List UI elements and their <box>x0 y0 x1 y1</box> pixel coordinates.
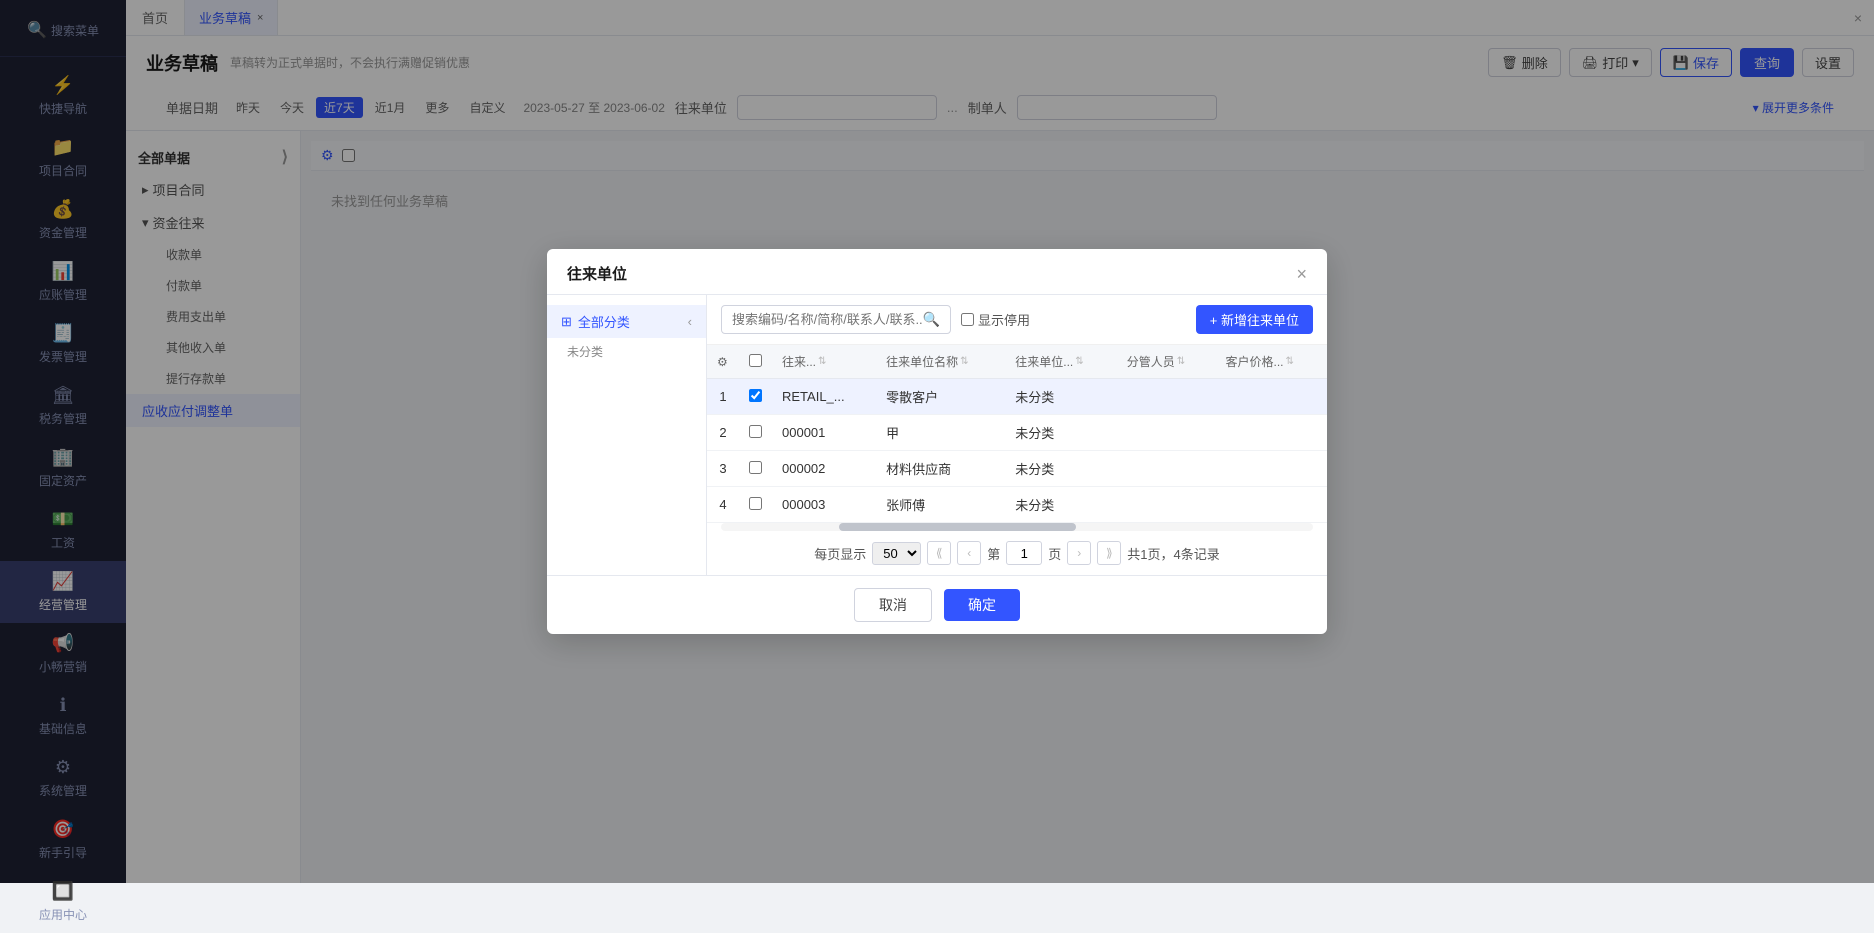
sidebar-item-label: 应用中心 <box>39 906 87 923</box>
prev-page-btn[interactable]: ‹ <box>957 541 981 565</box>
next-page-btn[interactable]: › <box>1067 541 1091 565</box>
partner-table: ⚙ 往来... ⇅ 往来单位名 <box>707 345 1327 523</box>
row-manager <box>1117 487 1216 523</box>
row-code: 000002 <box>772 451 876 487</box>
modal-close-btn[interactable]: × <box>1296 265 1307 283</box>
modal-tree: ⊞ 全部分类 ‹ 未分类 <box>547 295 707 575</box>
show-disabled-checkbox[interactable] <box>961 313 974 326</box>
sort-icon: ⇅ <box>1286 356 1294 367</box>
modal-footer: 取消 确定 <box>547 575 1327 634</box>
confirm-button[interactable]: 确定 <box>944 589 1020 621</box>
tree-collapse-icon[interactable]: ‹ <box>688 314 692 329</box>
modal-toolbar: 🔍 显示停用 + 新增往来单位 <box>707 295 1327 345</box>
th-code[interactable]: 往来... ⇅ <box>772 345 876 379</box>
partner-modal: 往来单位 × ⊞ 全部分类 ‹ 未分类 <box>547 249 1327 634</box>
row-manager <box>1117 379 1216 415</box>
search-input[interactable] <box>732 312 923 327</box>
table-row[interactable]: 3 000002 材料供应商 未分类 <box>707 451 1327 487</box>
row-no: 4 <box>707 487 739 523</box>
row-code: 000003 <box>772 487 876 523</box>
row-code: RETAIL_... <box>772 379 876 415</box>
th-category[interactable]: 往来单位... ⇅ <box>1005 345 1116 379</box>
tree-unclassified[interactable]: 未分类 <box>547 338 706 365</box>
row-category: 未分类 <box>1005 451 1116 487</box>
sort-icon: ⇅ <box>1075 356 1083 367</box>
page-label: 第 <box>987 544 1000 563</box>
row-checkbox[interactable] <box>739 487 772 523</box>
modal-body: ⊞ 全部分类 ‹ 未分类 🔍 显示停用 <box>547 295 1327 575</box>
modal-title: 往来单位 <box>567 263 627 284</box>
th-settings[interactable]: ⚙ <box>707 345 739 379</box>
add-partner-button[interactable]: + 新增往来单位 <box>1196 305 1313 334</box>
row-checkbox[interactable] <box>739 415 772 451</box>
table-select-all[interactable] <box>749 354 762 367</box>
sort-icon: ⇅ <box>1177 356 1185 367</box>
modal-overlay[interactable]: 往来单位 × ⊞ 全部分类 ‹ 未分类 <box>0 0 1874 883</box>
row-manager <box>1117 451 1216 487</box>
modal-search-box[interactable]: 🔍 <box>721 305 951 334</box>
show-disabled-label[interactable]: 显示停用 <box>961 310 1030 329</box>
page-suffix: 页 <box>1048 544 1061 563</box>
modal-table: ⚙ 往来... ⇅ 往来单位名 <box>707 345 1327 523</box>
th-price-level[interactable]: 客户价格... ⇅ <box>1216 345 1327 379</box>
row-name: 零散客户 <box>876 379 1005 415</box>
search-icon: 🔍 <box>923 311 940 328</box>
first-page-btn[interactable]: ⟪ <box>927 541 951 565</box>
row-price-level <box>1216 487 1327 523</box>
table-row[interactable]: 2 000001 甲 未分类 <box>707 415 1327 451</box>
row-checkbox[interactable] <box>739 379 772 415</box>
row-code: 000001 <box>772 415 876 451</box>
row-checkbox[interactable] <box>739 451 772 487</box>
modal-scrollbar[interactable] <box>721 523 1313 531</box>
row-manager <box>1117 415 1216 451</box>
scrollbar-thumb[interactable] <box>839 523 1076 531</box>
grid-icon: ⊞ <box>561 314 572 330</box>
row-no: 2 <box>707 415 739 451</box>
row-category: 未分类 <box>1005 415 1116 451</box>
total-pages: 共1页，4条记录 <box>1127 544 1219 563</box>
row-name: 甲 <box>876 415 1005 451</box>
per-page-label: 每页显示 <box>814 544 866 563</box>
row-no: 3 <box>707 451 739 487</box>
row-category: 未分类 <box>1005 487 1116 523</box>
page-input[interactable] <box>1006 541 1042 565</box>
cancel-button[interactable]: 取消 <box>854 588 932 622</box>
sort-icon: ⇅ <box>818 356 826 367</box>
row-name: 张师傅 <box>876 487 1005 523</box>
row-no: 1 <box>707 379 739 415</box>
modal-header: 往来单位 × <box>547 249 1327 295</box>
table-row[interactable]: 1 RETAIL_... 零散客户 未分类 <box>707 379 1327 415</box>
last-page-btn[interactable]: ⟫ <box>1097 541 1121 565</box>
row-price-level <box>1216 451 1327 487</box>
row-name: 材料供应商 <box>876 451 1005 487</box>
row-price-level <box>1216 379 1327 415</box>
th-checkbox[interactable] <box>739 345 772 379</box>
sort-icon: ⇅ <box>960 356 968 367</box>
modal-right-panel: 🔍 显示停用 + 新增往来单位 ⚙ <box>707 295 1327 575</box>
app-center-icon: 🔲 <box>52 881 74 902</box>
table-row[interactable]: 4 000003 张师傅 未分类 <box>707 487 1327 523</box>
settings-icon: ⚙ <box>717 355 728 369</box>
row-category: 未分类 <box>1005 379 1116 415</box>
per-page-select[interactable]: 50 <box>872 542 921 565</box>
row-price-level <box>1216 415 1327 451</box>
th-manager[interactable]: 分管人员 ⇅ <box>1117 345 1216 379</box>
tree-all-category[interactable]: ⊞ 全部分类 ‹ <box>547 305 706 338</box>
modal-pagination: 每页显示 50 ⟪ ‹ 第 页 › ⟫ 共1页，4条记录 <box>707 531 1327 575</box>
th-name[interactable]: 往来单位名称 ⇅ <box>876 345 1005 379</box>
